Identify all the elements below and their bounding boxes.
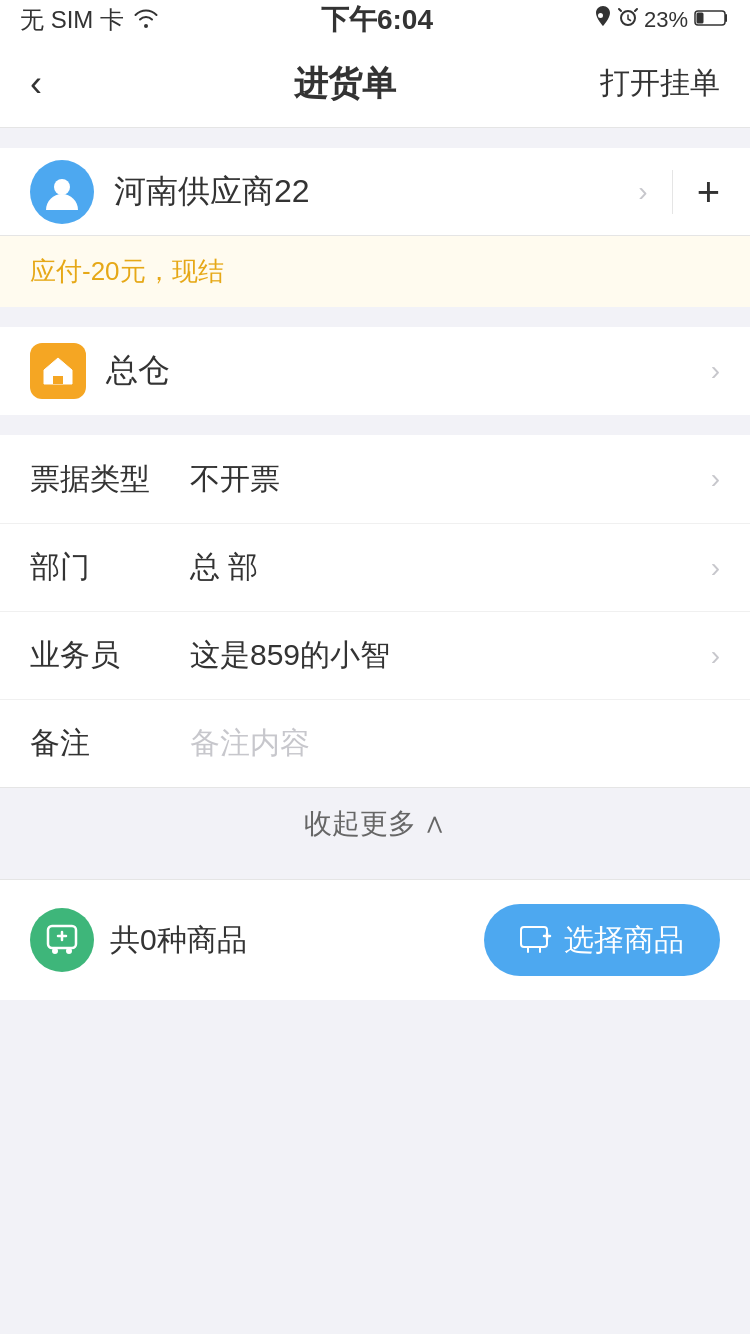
- svg-rect-6: [521, 927, 547, 947]
- dept-row[interactable]: 部门 总 部 ›: [0, 523, 750, 611]
- nav-bar: ‹ 进货单 打开挂单: [0, 40, 750, 128]
- invoice-label: 票据类型: [30, 459, 170, 500]
- warehouse-icon: [30, 343, 86, 399]
- product-count-area: 共0种商品: [30, 908, 247, 972]
- sim-label: 无 SIM 卡: [20, 4, 124, 36]
- remark-input[interactable]: 备注内容: [170, 723, 720, 764]
- alarm-icon: [618, 6, 638, 34]
- sales-value: 这是859的小智: [170, 635, 711, 676]
- status-left: 无 SIM 卡: [20, 4, 160, 36]
- invoice-chevron-icon: ›: [711, 463, 720, 495]
- warehouse-chevron-icon: ›: [711, 355, 720, 387]
- battery-icon: [694, 7, 730, 33]
- status-right: 23%: [594, 6, 730, 34]
- supplier-avatar: [30, 160, 94, 224]
- warehouse-row[interactable]: 总仓 ›: [0, 327, 750, 415]
- bottom-bar: 共0种商品 选择商品: [0, 879, 750, 1000]
- status-bar: 无 SIM 卡 下午6:04 23%: [0, 0, 750, 40]
- dept-chevron-icon: ›: [711, 552, 720, 584]
- notice-text: 应付-20元，现结: [30, 256, 224, 286]
- section-gap-1: [0, 128, 750, 148]
- supplier-section: 河南供应商22 › + 应付-20元，现结: [0, 148, 750, 307]
- sales-label: 业务员: [30, 635, 170, 676]
- warehouse-name: 总仓: [106, 349, 711, 393]
- section-gap-3: [0, 415, 750, 435]
- supplier-chevron-icon: ›: [638, 176, 647, 208]
- sales-chevron-icon: ›: [711, 640, 720, 672]
- open-pending-button[interactable]: 打开挂单: [600, 63, 720, 104]
- location-icon: [594, 6, 612, 34]
- select-product-button[interactable]: 选择商品: [484, 904, 720, 976]
- collapse-button[interactable]: 收起更多 ∧: [0, 787, 750, 859]
- sales-row[interactable]: 业务员 这是859的小智 ›: [0, 611, 750, 699]
- warehouse-section: 总仓 ›: [0, 327, 750, 415]
- select-product-label: 选择商品: [564, 920, 684, 961]
- dept-label: 部门: [30, 547, 170, 588]
- status-time: 下午6:04: [321, 1, 433, 39]
- product-count-text: 共0种商品: [110, 920, 247, 961]
- supplier-row[interactable]: 河南供应商22 › +: [0, 148, 750, 236]
- svg-rect-4: [53, 376, 63, 384]
- remark-label: 备注: [30, 723, 170, 764]
- invoice-value: 不开票: [170, 459, 711, 500]
- page-title: 进货单: [294, 61, 396, 107]
- form-section: 票据类型 不开票 › 部门 总 部 › 业务员 这是859的小智 › 备注 备注…: [0, 435, 750, 787]
- remark-row[interactable]: 备注 备注内容: [0, 699, 750, 787]
- back-button[interactable]: ‹: [30, 63, 90, 105]
- wifi-icon: [132, 6, 160, 34]
- section-gap-4: [0, 859, 750, 879]
- section-gap-2: [0, 307, 750, 327]
- svg-point-3: [54, 179, 70, 195]
- invoice-row[interactable]: 票据类型 不开票 ›: [0, 435, 750, 523]
- cart-icon-wrap: [30, 908, 94, 972]
- add-supplier-button[interactable]: +: [697, 172, 720, 212]
- supplier-name: 河南供应商22: [114, 170, 638, 214]
- notice-bar: 应付-20元，现结: [0, 236, 750, 307]
- dept-value: 总 部: [170, 547, 711, 588]
- svg-rect-2: [696, 13, 703, 24]
- battery-label: 23%: [644, 7, 688, 33]
- supplier-divider: [672, 170, 673, 214]
- collapse-text: 收起更多 ∧: [304, 805, 447, 843]
- page-background: [0, 1000, 750, 1300]
